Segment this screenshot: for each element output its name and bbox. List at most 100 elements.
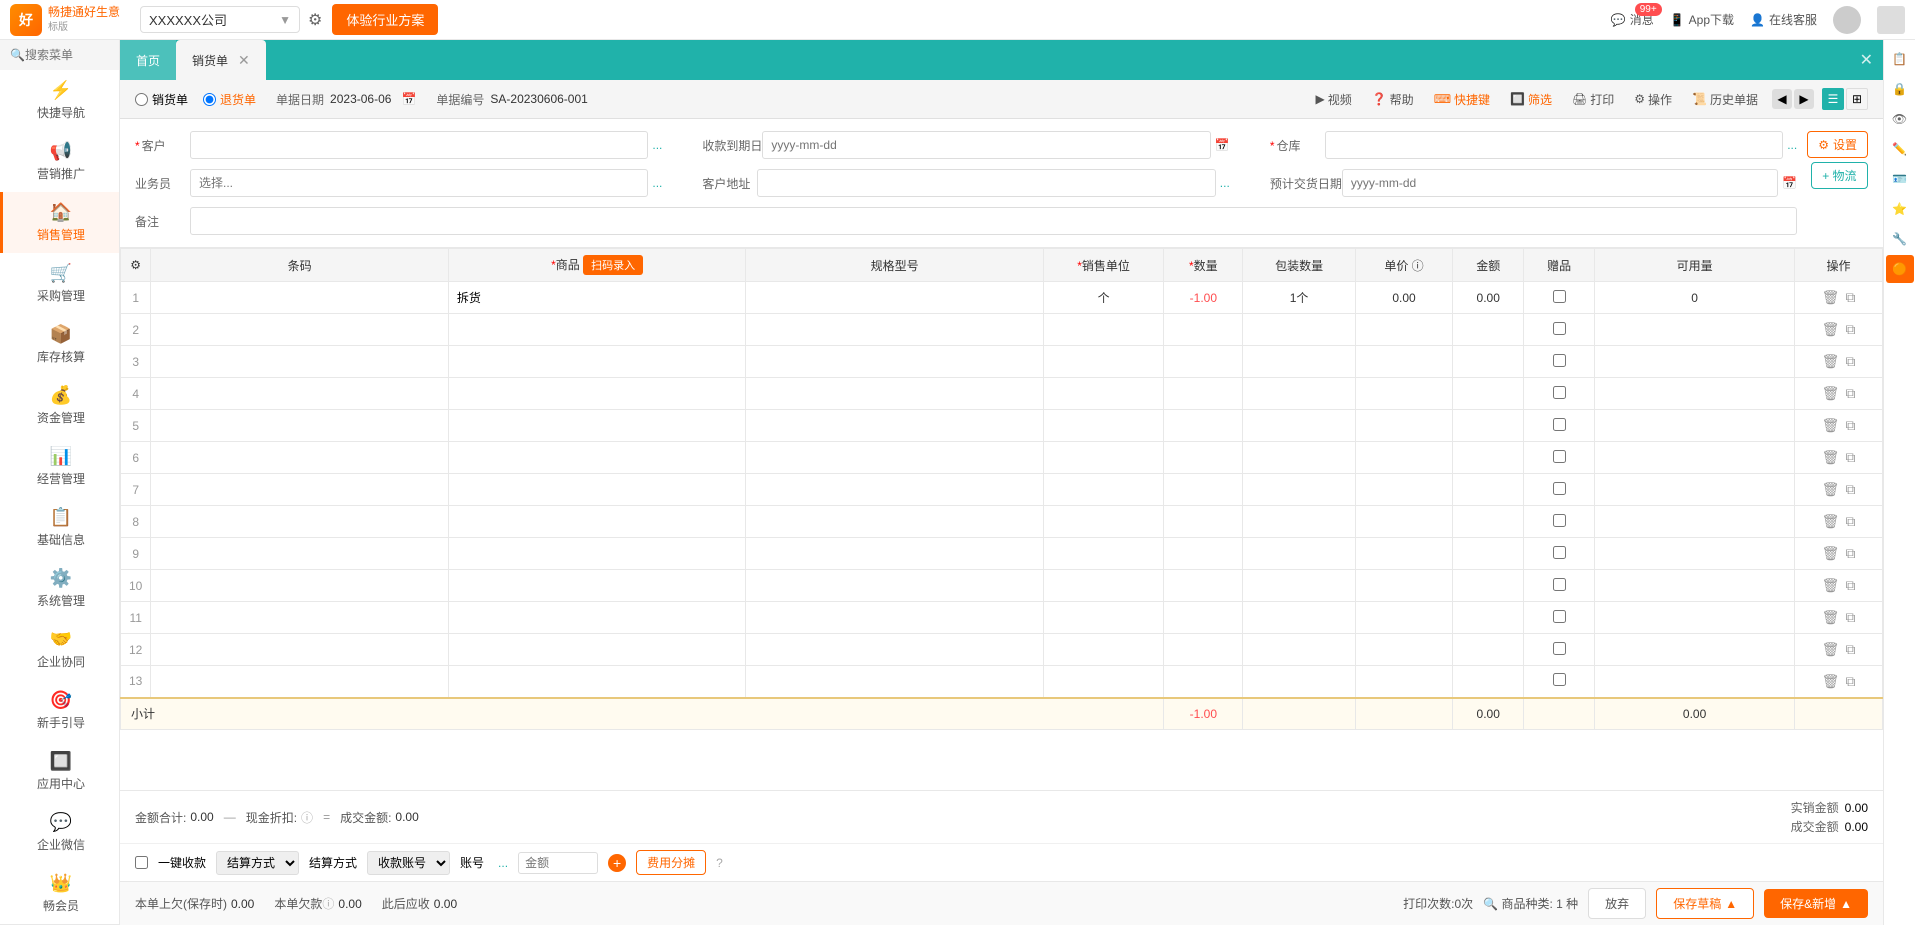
logistics-btn[interactable]: + 物流 — [1811, 162, 1868, 189]
copy-row-icon[interactable]: ⧉ — [1845, 545, 1855, 562]
return-radio-input[interactable] — [203, 93, 216, 106]
delete-row-icon[interactable]: 🗑 — [1822, 417, 1840, 434]
row-gift[interactable] — [1524, 378, 1595, 410]
row-gift[interactable] — [1524, 282, 1595, 314]
warehouse-input[interactable] — [1325, 131, 1783, 159]
row-barcode[interactable] — [151, 474, 448, 506]
sidebar-item-marketing[interactable]: 📢 营销推广 — [0, 131, 119, 192]
operation-btn[interactable]: ⚙ 操作 — [1628, 89, 1678, 110]
sidebar-item-basic-info[interactable]: 📋 基础信息 — [0, 497, 119, 558]
row-barcode[interactable] — [151, 538, 448, 570]
message-btn[interactable]: 💬 消息 99+ — [1611, 11, 1654, 28]
row-gift[interactable] — [1524, 538, 1595, 570]
row-gift[interactable] — [1524, 410, 1595, 442]
payment-amount-input[interactable] — [518, 852, 598, 874]
delete-row-icon[interactable]: 🗑 — [1822, 385, 1840, 402]
remark-input[interactable] — [190, 207, 1797, 235]
row-spec[interactable] — [746, 570, 1043, 602]
copy-row-icon[interactable]: ⧉ — [1845, 385, 1855, 402]
row-product[interactable] — [448, 538, 745, 570]
row-barcode[interactable] — [151, 346, 448, 378]
address-ellipsis[interactable]: ... — [1220, 176, 1230, 190]
sales-radio-input[interactable] — [135, 93, 148, 106]
view-list-btn[interactable]: ☰ — [1822, 88, 1844, 110]
tab-home[interactable]: 首页 — [120, 40, 176, 80]
sidebar-item-guide[interactable]: 🎯 新手引导 — [0, 680, 119, 741]
payment-method-select[interactable]: 结算方式 — [216, 851, 299, 875]
row-gift[interactable] — [1524, 314, 1595, 346]
filter-btn[interactable]: 🔲 筛选 — [1504, 89, 1558, 110]
app-download-btn[interactable]: 📱 App下载 — [1670, 11, 1734, 28]
save-new-btn[interactable]: 保存&新增 ▲ — [1764, 889, 1868, 918]
row-barcode[interactable] — [151, 314, 448, 346]
sidebar-item-system[interactable]: ⚙️ 系统管理 — [0, 558, 119, 619]
delete-row-icon[interactable]: 🗑 — [1822, 673, 1840, 690]
copy-row-icon[interactable]: ⧉ — [1845, 673, 1855, 690]
delete-row-icon[interactable]: 🗑 — [1822, 641, 1840, 658]
view-grid-btn[interactable]: ⊞ — [1846, 88, 1868, 110]
customer-input[interactable] — [190, 131, 648, 159]
delete-row-icon[interactable]: 🗑 — [1822, 481, 1840, 498]
sidebar-search[interactable]: 🔍 — [0, 40, 119, 70]
save-draft-btn[interactable]: 保存草稿 ▲ — [1656, 888, 1754, 919]
row-gift[interactable] — [1524, 602, 1595, 634]
copy-row-icon[interactable]: ⧉ — [1845, 321, 1855, 338]
delete-row-icon[interactable]: 🗑 — [1822, 321, 1840, 338]
right-panel-edit-icon[interactable]: ✏️ — [1886, 135, 1914, 163]
row-product[interactable] — [448, 506, 745, 538]
help-btn[interactable]: ❓ 帮助 — [1366, 89, 1420, 110]
row-spec[interactable] — [746, 410, 1043, 442]
row-product[interactable] — [448, 442, 745, 474]
delete-row-icon[interactable]: 🗑 — [1822, 545, 1840, 562]
sidebar-item-enterprise[interactable]: 🤝 企业协同 — [0, 619, 119, 680]
row-spec[interactable] — [746, 634, 1043, 666]
row-barcode[interactable] — [151, 410, 448, 442]
delete-row-icon[interactable]: 🗑 — [1822, 449, 1840, 466]
sidebar-item-app-center[interactable]: 🔲 应用中心 — [0, 741, 119, 802]
right-panel-orange-icon[interactable]: 🟠 — [1886, 255, 1914, 283]
row-spec[interactable] — [746, 346, 1043, 378]
one-click-checkbox[interactable] — [135, 856, 148, 869]
add-payment-btn[interactable]: + — [608, 854, 626, 872]
search-input[interactable] — [25, 48, 95, 62]
collect-calendar-icon[interactable]: 📅 — [1215, 138, 1230, 152]
copy-row-icon[interactable]: ⧉ — [1845, 609, 1855, 626]
row-product[interactable] — [448, 282, 745, 314]
delete-row-icon[interactable]: 🗑 — [1822, 513, 1840, 530]
right-panel-card-icon[interactable]: 🪪 — [1886, 165, 1914, 193]
copy-row-icon[interactable]: ⧉ — [1845, 641, 1855, 658]
calendar-icon[interactable]: 📅 — [401, 92, 416, 106]
sales-radio[interactable]: 销货单 — [135, 91, 188, 108]
copy-row-icon[interactable]: ⧉ — [1845, 513, 1855, 530]
row-product[interactable] — [448, 378, 745, 410]
row-spec[interactable] — [746, 314, 1043, 346]
tab-bar-close-icon[interactable]: ✕ — [1850, 50, 1883, 70]
copy-row-icon[interactable]: ⧉ — [1845, 481, 1855, 498]
copy-row-icon[interactable]: ⧉ — [1845, 289, 1855, 306]
sidebar-item-operations[interactable]: 📊 经营管理 — [0, 436, 119, 497]
video-btn[interactable]: ▶ 视频 — [1309, 89, 1357, 110]
right-panel-star-icon[interactable]: ⭐ — [1886, 195, 1914, 223]
customer-ellipsis[interactable]: ... — [652, 138, 662, 152]
copy-row-icon[interactable]: ⧉ — [1845, 577, 1855, 594]
right-panel-tool-icon[interactable]: 🔧 — [1886, 225, 1914, 253]
row-barcode[interactable] — [151, 666, 448, 698]
delete-row-icon[interactable]: 🗑 — [1822, 289, 1840, 306]
sidebar-item-member[interactable]: 👑 畅会员 — [0, 863, 119, 924]
settings-icon-top[interactable]: ⚙ — [308, 10, 322, 30]
tab-sales-order[interactable]: 销货单 ✕ — [176, 40, 266, 80]
row-product[interactable] — [448, 602, 745, 634]
shortcut-btn[interactable]: ⌨ 快捷键 — [1428, 89, 1496, 110]
row-spec[interactable] — [746, 506, 1043, 538]
row-barcode[interactable] — [151, 506, 448, 538]
delete-row-icon[interactable]: 🗑 — [1822, 609, 1840, 626]
row-spec[interactable] — [746, 602, 1043, 634]
row-gift[interactable] — [1524, 474, 1595, 506]
copy-row-icon[interactable]: ⧉ — [1845, 417, 1855, 434]
nav-prev-btn[interactable]: ◀ — [1772, 89, 1792, 109]
row-barcode[interactable] — [151, 282, 448, 314]
row-product[interactable] — [448, 474, 745, 506]
row-gift[interactable] — [1524, 346, 1595, 378]
collect-date-input[interactable] — [762, 131, 1210, 159]
row-product[interactable] — [448, 666, 745, 698]
